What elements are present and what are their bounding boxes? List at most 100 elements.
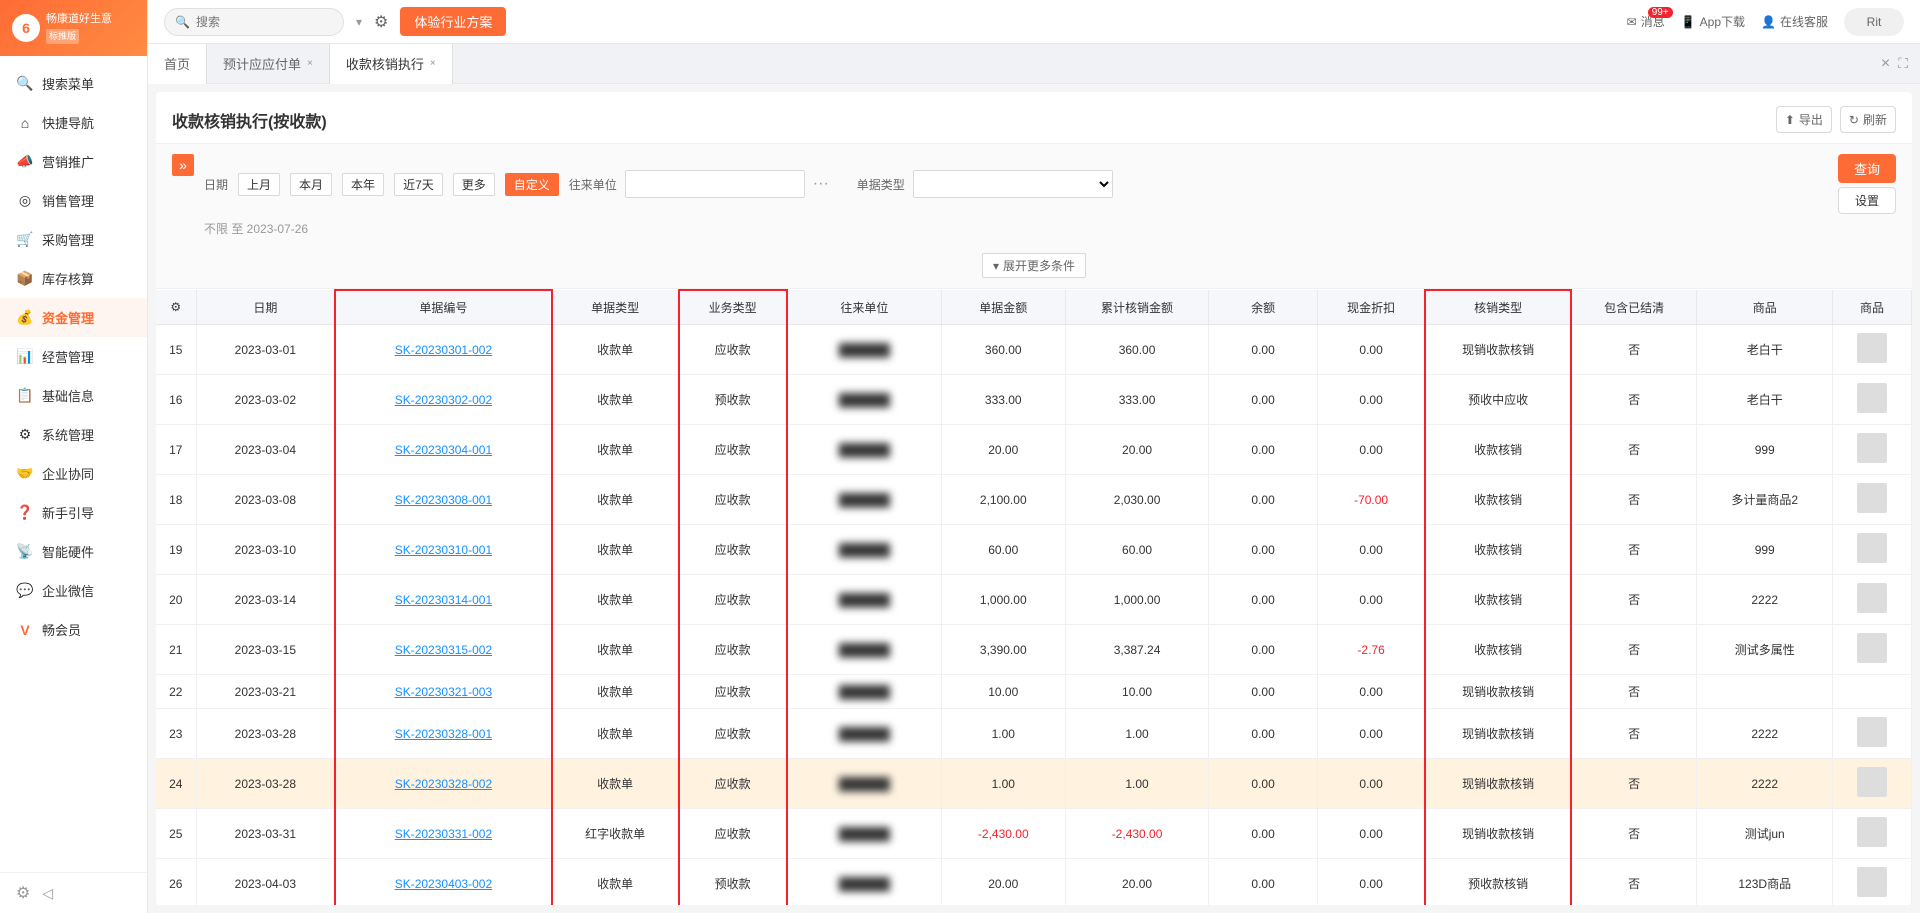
tab-prepay[interactable]: 预计应应付单 ×	[207, 44, 330, 84]
sidebar-label-hardware: 智能硬件	[42, 542, 94, 561]
export-icon: ⬆	[1785, 113, 1795, 127]
billno-link[interactable]: SK-20230321-003	[395, 685, 492, 699]
table-row[interactable]: 18 2023-03-08 SK-20230308-001 收款单 应收款 ██…	[156, 475, 1912, 525]
sidebar-item-corp[interactable]: 🤝 企业协同	[0, 454, 147, 493]
expand-more-button[interactable]: ▾ 展开更多条件	[982, 253, 1086, 278]
sidebar-item-basic[interactable]: 📋 基础信息	[0, 376, 147, 415]
billno-link[interactable]: SK-20230302-002	[395, 393, 492, 407]
search-input[interactable]	[196, 15, 316, 29]
col-header-goods[interactable]: 商品	[1697, 290, 1833, 325]
table-row[interactable]: 25 2023-03-31 SK-20230331-002 红字收款单 应收款 …	[156, 809, 1912, 859]
col-header-cumwrite[interactable]: 累计核销金额	[1065, 290, 1209, 325]
online-service-item[interactable]: 👤 在线客服	[1761, 13, 1828, 30]
cell-cashdis: 0.00	[1317, 575, 1425, 625]
col-header-biztype[interactable]: 业务类型	[679, 290, 787, 325]
tab-writeoff-close[interactable]: ×	[430, 58, 436, 69]
sidebar-item-search[interactable]: 🔍 搜索菜单	[0, 64, 147, 103]
sidebar-item-sales[interactable]: ◎ 销售管理	[0, 181, 147, 220]
gear-icon[interactable]: ⚙	[374, 12, 388, 32]
col-header-goodsimg[interactable]: 商品	[1833, 290, 1912, 325]
table-row[interactable]: 20 2023-03-14 SK-20230314-001 收款单 应收款 ██…	[156, 575, 1912, 625]
billno-link[interactable]: SK-20230304-001	[395, 443, 492, 457]
tab-prepay-close[interactable]: ×	[307, 58, 313, 69]
billno-link[interactable]: SK-20230308-001	[395, 493, 492, 507]
refresh-button[interactable]: ↻ 刷新	[1840, 106, 1896, 133]
col-header-incl[interactable]: 包含已结清	[1571, 290, 1697, 325]
col-header-writetype[interactable]: 核销类型	[1425, 290, 1570, 325]
billno-link[interactable]: SK-20230301-002	[395, 343, 492, 357]
sidebar-item-finance[interactable]: 💰 资金管理	[0, 298, 147, 337]
dropdown-chevron-icon[interactable]: ▾	[356, 15, 362, 29]
billno-link[interactable]: SK-20230314-001	[395, 593, 492, 607]
col-header-balance[interactable]: 余额	[1209, 290, 1317, 325]
query-button[interactable]: 查询	[1838, 154, 1896, 183]
filter-toggle-icon[interactable]: »	[172, 154, 194, 176]
table-row[interactable]: 16 2023-03-02 SK-20230302-002 收款单 预收款 ██…	[156, 375, 1912, 425]
cell-billtype: 收款单	[552, 525, 679, 575]
tab-expand-icon[interactable]: ⛶	[1898, 55, 1908, 72]
tab-close-icon[interactable]: ×	[1881, 55, 1890, 73]
table-row[interactable]: 26 2023-04-03 SK-20230403-002 收款单 预收款 ██…	[156, 859, 1912, 906]
cell-goodsimg	[1833, 809, 1912, 859]
cell-billtype: 收款单	[552, 575, 679, 625]
table-row[interactable]: 24 2023-03-28 SK-20230328-002 收款单 应收款 ██…	[156, 759, 1912, 809]
goods-thumbnail	[1857, 433, 1887, 463]
billno-link[interactable]: SK-20230331-002	[395, 827, 492, 841]
refresh-icon: ↻	[1849, 113, 1859, 127]
tab-home[interactable]: 首页	[148, 44, 207, 84]
table-row[interactable]: 15 2023-03-01 SK-20230301-002 收款单 应收款 ██…	[156, 325, 1912, 375]
sidebar-item-system[interactable]: ⚙ 系统管理	[0, 415, 147, 454]
billno-link[interactable]: SK-20230328-002	[395, 777, 492, 791]
sidebar-item-hardware[interactable]: 📡 智能硬件	[0, 532, 147, 571]
setting-button[interactable]: 设置	[1838, 187, 1896, 214]
sidebar-item-operations[interactable]: 📊 经营管理	[0, 337, 147, 376]
filter-partner-input[interactable]	[625, 170, 805, 198]
user-avatar[interactable]: Rit	[1844, 8, 1904, 36]
table-container[interactable]: ⚙ 日期 单据编号 单据类型 业务类型 往来单位 单据金额 累计核销金额 余额 …	[156, 289, 1912, 905]
table-row[interactable]: 19 2023-03-10 SK-20230310-001 收款单 应收款 ██…	[156, 525, 1912, 575]
billno-link[interactable]: SK-20230403-002	[395, 877, 492, 891]
topbar-search-box[interactable]: 🔍	[164, 8, 344, 36]
export-button[interactable]: ⬆ 导出	[1776, 106, 1832, 133]
col-header-amount[interactable]: 单据金额	[941, 290, 1065, 325]
table-row[interactable]: 22 2023-03-21 SK-20230321-003 收款单 应收款 ██…	[156, 675, 1912, 709]
sidebar-item-inventory[interactable]: 📦 库存核算	[0, 259, 147, 298]
filter-custom[interactable]: 自定义	[505, 173, 559, 196]
sidebar-item-quick[interactable]: ⌂ 快捷导航	[0, 103, 147, 142]
table-row[interactable]: 23 2023-03-28 SK-20230328-001 收款单 应收款 ██…	[156, 709, 1912, 759]
col-header-billno[interactable]: 单据编号	[335, 290, 552, 325]
cell-cashdis: 0.00	[1317, 425, 1425, 475]
table-row[interactable]: 21 2023-03-15 SK-20230315-002 收款单 应收款 ██…	[156, 625, 1912, 675]
collapse-icon[interactable]: ◁	[42, 885, 53, 902]
billno-link[interactable]: SK-20230328-001	[395, 727, 492, 741]
billno-link[interactable]: SK-20230310-001	[395, 543, 492, 557]
sidebar-item-guide[interactable]: ❓ 新手引导	[0, 493, 147, 532]
logo-name: 畅康道好生意	[46, 12, 112, 27]
col-header-partner[interactable]: 往来单位	[787, 290, 942, 325]
cell-biztype: 应收款	[679, 575, 787, 625]
message-icon-item[interactable]: ✉ 消息 99+	[1627, 13, 1665, 30]
settings-icon[interactable]: ⚙	[16, 883, 30, 903]
col-header-date[interactable]: 日期	[196, 290, 335, 325]
cell-cumwrite: 60.00	[1065, 525, 1209, 575]
filter-ellipsis[interactable]: ···	[813, 175, 829, 193]
filter-last7days[interactable]: 近7天	[394, 173, 443, 196]
filter-billtype-select[interactable]	[913, 170, 1113, 198]
cell-goods: 2222	[1697, 709, 1833, 759]
sidebar-item-wechat[interactable]: 💬 企业微信	[0, 571, 147, 610]
billno-link[interactable]: SK-20230315-002	[395, 643, 492, 657]
table-row[interactable]: 17 2023-03-04 SK-20230304-001 收款单 应收款 ██…	[156, 425, 1912, 475]
settings-col-icon[interactable]: ⚙	[170, 300, 181, 314]
solution-button[interactable]: 体验行业方案	[400, 7, 506, 36]
filter-more[interactable]: 更多	[453, 173, 495, 196]
filter-this-month[interactable]: 本月	[290, 173, 332, 196]
sidebar-item-marketing[interactable]: 📣 营销推广	[0, 142, 147, 181]
filter-last-month[interactable]: 上月	[238, 173, 280, 196]
tab-writeoff[interactable]: 收款核销执行 ×	[330, 44, 453, 84]
app-download-item[interactable]: 📱 App下载	[1681, 13, 1745, 30]
sidebar-item-member[interactable]: V 畅会员	[0, 610, 147, 649]
sidebar-item-purchase[interactable]: 🛒 采购管理	[0, 220, 147, 259]
col-header-cashdis[interactable]: 现金折扣	[1317, 290, 1425, 325]
col-header-billtype[interactable]: 单据类型	[552, 290, 679, 325]
filter-this-year[interactable]: 本年	[342, 173, 384, 196]
